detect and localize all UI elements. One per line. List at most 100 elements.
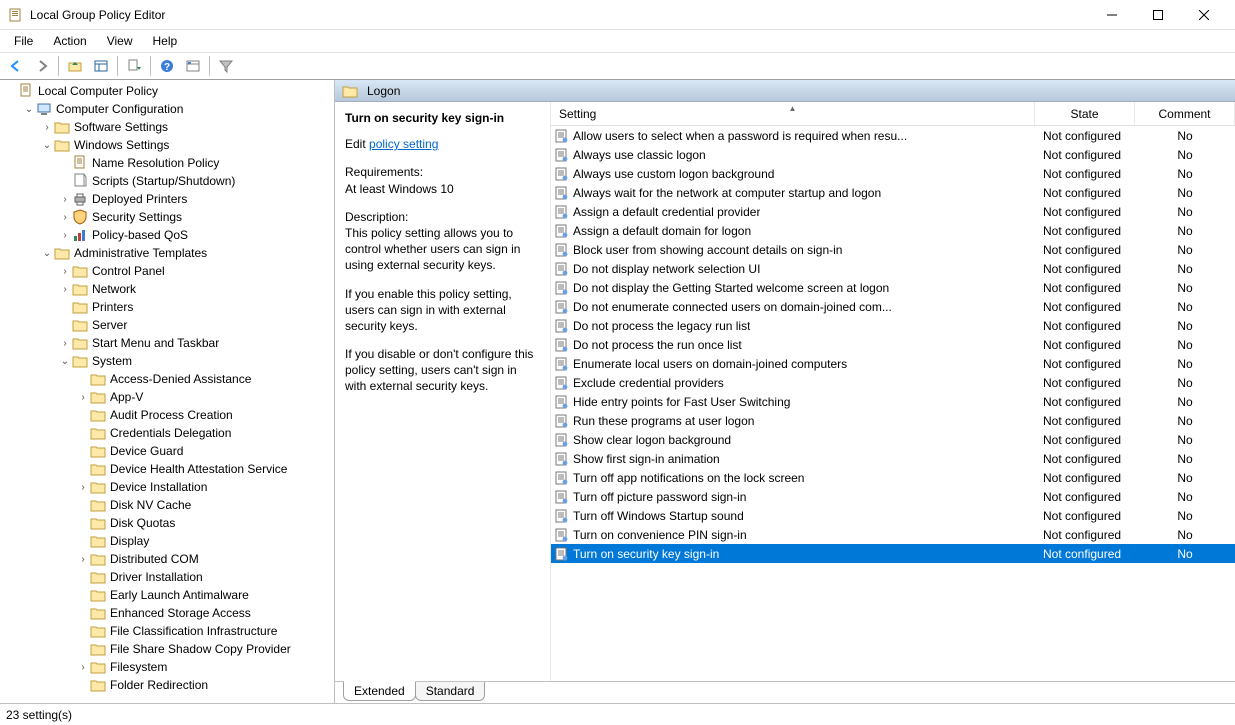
tree-item[interactable]: Name Resolution Policy bbox=[0, 154, 334, 172]
setting-row[interactable]: Do not process the run once listNot conf… bbox=[551, 335, 1235, 354]
setting-row[interactable]: Exclude credential providersNot configur… bbox=[551, 373, 1235, 392]
setting-row[interactable]: Allow users to select when a password is… bbox=[551, 126, 1235, 145]
tree-item[interactable]: ⌄Windows Settings bbox=[0, 136, 334, 154]
tree-item[interactable]: ›Distributed COM bbox=[0, 550, 334, 568]
menu-help[interactable]: Help bbox=[143, 32, 188, 50]
expand-icon[interactable]: › bbox=[58, 194, 72, 205]
setting-row[interactable]: Assign a default domain for logonNot con… bbox=[551, 221, 1235, 240]
expand-icon[interactable]: › bbox=[58, 266, 72, 277]
collapse-icon[interactable]: ⌄ bbox=[40, 248, 54, 259]
tab-standard[interactable]: Standard bbox=[415, 682, 486, 701]
setting-row[interactable]: Enumerate local users on domain-joined c… bbox=[551, 354, 1235, 373]
tree-item[interactable]: Local Computer Policy bbox=[0, 82, 334, 100]
setting-row[interactable]: Block user from showing account details … bbox=[551, 240, 1235, 259]
setting-row[interactable]: Turn off Windows Startup soundNot config… bbox=[551, 506, 1235, 525]
setting-row[interactable]: Show first sign-in animationNot configur… bbox=[551, 449, 1235, 468]
tree-item[interactable]: ›Security Settings bbox=[0, 208, 334, 226]
setting-row[interactable]: Do not display network selection UINot c… bbox=[551, 259, 1235, 278]
expand-icon[interactable]: › bbox=[58, 230, 72, 241]
expand-icon[interactable]: › bbox=[58, 284, 72, 295]
tree-item[interactable]: Early Launch Antimalware bbox=[0, 586, 334, 604]
menu-file[interactable]: File bbox=[4, 32, 43, 50]
setting-row[interactable]: Always use custom logon backgroundNot co… bbox=[551, 164, 1235, 183]
setting-row[interactable]: Always wait for the network at computer … bbox=[551, 183, 1235, 202]
tree-item[interactable]: ⌄Computer Configuration bbox=[0, 100, 334, 118]
tree-item[interactable]: Credentials Delegation bbox=[0, 424, 334, 442]
tree-item[interactable]: ›Policy-based QoS bbox=[0, 226, 334, 244]
expand-icon[interactable]: › bbox=[58, 212, 72, 223]
properties-button[interactable] bbox=[181, 54, 205, 78]
tree-item[interactable]: Scripts (Startup/Shutdown) bbox=[0, 172, 334, 190]
tree-item[interactable]: Display bbox=[0, 532, 334, 550]
setting-row[interactable]: Turn off app notifications on the lock s… bbox=[551, 468, 1235, 487]
tree-item[interactable]: ›Filesystem bbox=[0, 658, 334, 676]
policy-setting-link[interactable]: policy setting bbox=[369, 137, 438, 151]
collapse-icon[interactable]: ⌄ bbox=[58, 356, 72, 367]
tree-item[interactable]: Access-Denied Assistance bbox=[0, 370, 334, 388]
expand-icon[interactable]: › bbox=[76, 482, 90, 493]
setting-row[interactable]: Do not display the Getting Started welco… bbox=[551, 278, 1235, 297]
tab-extended[interactable]: Extended bbox=[343, 681, 416, 701]
tree-item-label: Device Health Attestation Service bbox=[110, 462, 287, 476]
tree-item[interactable]: Driver Installation bbox=[0, 568, 334, 586]
export-list-button[interactable] bbox=[122, 54, 146, 78]
shield-icon bbox=[72, 209, 88, 225]
setting-row[interactable]: Always use classic logonNot configuredNo bbox=[551, 145, 1235, 164]
setting-row[interactable]: Do not process the legacy run listNot co… bbox=[551, 316, 1235, 335]
expand-icon[interactable]: › bbox=[76, 662, 90, 673]
collapse-icon[interactable]: ⌄ bbox=[40, 140, 54, 151]
tree-item[interactable]: ›Deployed Printers bbox=[0, 190, 334, 208]
tree-item[interactable]: Enhanced Storage Access bbox=[0, 604, 334, 622]
tree-item[interactable]: Device Health Attestation Service bbox=[0, 460, 334, 478]
filter-button[interactable] bbox=[214, 54, 238, 78]
tree-item[interactable]: Disk Quotas bbox=[0, 514, 334, 532]
tree-item[interactable]: Server bbox=[0, 316, 334, 334]
tree-item[interactable]: File Share Shadow Copy Provider bbox=[0, 640, 334, 658]
tree-item[interactable]: Folder Redirection bbox=[0, 676, 334, 694]
setting-name: Block user from showing account details … bbox=[573, 243, 842, 257]
collapse-icon[interactable]: ⌄ bbox=[22, 104, 36, 115]
folder-up-button[interactable] bbox=[63, 54, 87, 78]
setting-row[interactable]: Assign a default credential providerNot … bbox=[551, 202, 1235, 221]
setting-row[interactable]: Do not enumerate connected users on doma… bbox=[551, 297, 1235, 316]
expand-icon[interactable]: › bbox=[76, 392, 90, 403]
setting-row[interactable]: Run these programs at user logonNot conf… bbox=[551, 411, 1235, 430]
tree-item[interactable]: File Classification Infrastructure bbox=[0, 622, 334, 640]
maximize-button[interactable] bbox=[1135, 0, 1181, 30]
tree-item[interactable]: ›Control Panel bbox=[0, 262, 334, 280]
tree-item[interactable]: ⌄Administrative Templates bbox=[0, 244, 334, 262]
setting-row[interactable]: Turn on convenience PIN sign-inNot confi… bbox=[551, 525, 1235, 544]
expand-icon[interactable]: › bbox=[40, 122, 54, 133]
back-button[interactable] bbox=[4, 54, 28, 78]
show-hide-button[interactable] bbox=[89, 54, 113, 78]
column-setting[interactable]: Setting ▲ bbox=[551, 102, 1035, 125]
column-state[interactable]: State bbox=[1035, 102, 1135, 125]
tree-item[interactable]: ⌄System bbox=[0, 352, 334, 370]
expand-icon[interactable]: › bbox=[58, 338, 72, 349]
setting-row[interactable]: Show clear logon backgroundNot configure… bbox=[551, 430, 1235, 449]
setting-row[interactable]: Turn on security key sign-inNot configur… bbox=[551, 544, 1235, 563]
help-button[interactable]: ? bbox=[155, 54, 179, 78]
setting-row[interactable]: Hide entry points for Fast User Switchin… bbox=[551, 392, 1235, 411]
menu-view[interactable]: View bbox=[97, 32, 143, 50]
setting-row[interactable]: Turn off picture password sign-inNot con… bbox=[551, 487, 1235, 506]
tree-item[interactable]: Device Guard bbox=[0, 442, 334, 460]
tree-pane[interactable]: Local Computer Policy⌄Computer Configura… bbox=[0, 80, 335, 703]
tree-item[interactable]: Printers bbox=[0, 298, 334, 316]
close-button[interactable] bbox=[1181, 0, 1227, 30]
tree-item[interactable]: Audit Process Creation bbox=[0, 406, 334, 424]
setting-state: Not configured bbox=[1035, 547, 1135, 561]
tree-item[interactable]: ›Network bbox=[0, 280, 334, 298]
tree-item[interactable]: ›App-V bbox=[0, 388, 334, 406]
tree-item[interactable]: ›Start Menu and Taskbar bbox=[0, 334, 334, 352]
tree-item[interactable]: Disk NV Cache bbox=[0, 496, 334, 514]
tree-item[interactable]: ›Device Installation bbox=[0, 478, 334, 496]
menu-action[interactable]: Action bbox=[43, 32, 96, 50]
tree-item[interactable]: ›Software Settings bbox=[0, 118, 334, 136]
minimize-button[interactable] bbox=[1089, 0, 1135, 30]
setting-comment: No bbox=[1135, 452, 1235, 466]
forward-button[interactable] bbox=[30, 54, 54, 78]
column-comment[interactable]: Comment bbox=[1135, 102, 1235, 125]
expand-icon[interactable]: › bbox=[76, 554, 90, 565]
list-body[interactable]: Allow users to select when a password is… bbox=[551, 126, 1235, 681]
